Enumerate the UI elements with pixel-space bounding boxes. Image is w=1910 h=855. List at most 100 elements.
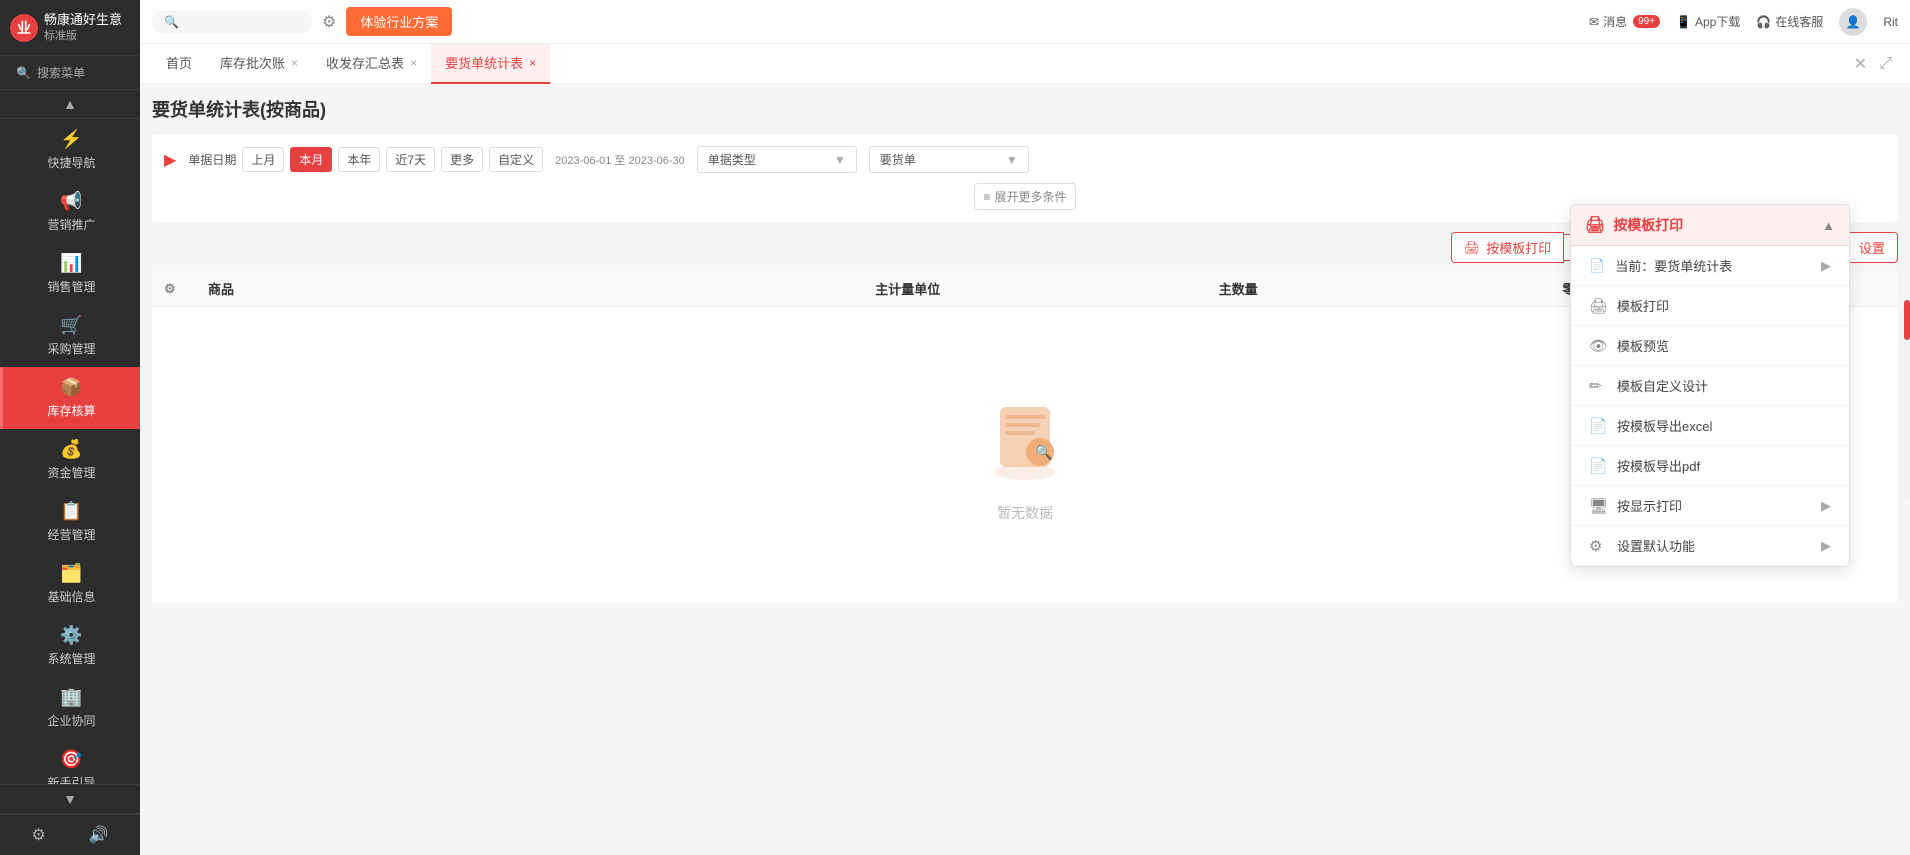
trial-button[interactable]: 体验行业方案 [346, 7, 452, 36]
expand-icon: ≡ [983, 190, 990, 204]
scrollbar-track [1904, 300, 1910, 500]
export-excel-label: 按模板导出excel [1617, 416, 1712, 435]
date-btn-last-month[interactable]: 上月 [242, 147, 284, 172]
popup-item-export-pdf[interactable]: 📄 按模板导出pdf [1571, 446, 1849, 486]
settings-label: 设置 [1859, 238, 1885, 257]
template-preview-icon: 👁 [1589, 337, 1607, 355]
tab-label: 收发存汇总表 [326, 53, 404, 72]
sidebar-search[interactable]: 🔍 搜索菜单 [0, 56, 140, 90]
popup-current-left: 📄 当前：要货单统计表 [1589, 256, 1732, 275]
sidebar-item-quick-nav[interactable]: ⚡ 快捷导航 [0, 119, 140, 181]
popup-item-template-preview[interactable]: 👁 模板预览 [1571, 326, 1849, 366]
settings-footer-btn[interactable]: ⚙ [31, 825, 45, 845]
popup-close-chevron[interactable]: ▲ [1822, 218, 1835, 233]
sidebar-item-marketing[interactable]: 📢 营销推广 [0, 181, 140, 243]
tab-inventory-batch[interactable]: 库存批次账 × [206, 44, 312, 84]
template-print-icon: 🖨 [1589, 297, 1607, 315]
date-btn-this-year[interactable]: 本年 [338, 147, 380, 172]
search-input[interactable] [179, 15, 289, 29]
sidebar-item-label: 企业协同 [47, 712, 95, 729]
print-header-icon: 🖨 [1585, 215, 1605, 235]
tab-close-order-stats[interactable]: × [529, 56, 536, 70]
marketing-icon: 📢 [60, 191, 82, 212]
scrollbar-thumb[interactable] [1904, 300, 1910, 340]
sidebar-item-label: 销售管理 [47, 278, 95, 295]
popup-header: 🖨 按模板打印 ▲ [1571, 205, 1849, 246]
scroll-up-arrow[interactable]: ▲ [61, 94, 79, 114]
username: Rit [1883, 15, 1898, 29]
sidebar-item-operations[interactable]: 📋 经营管理 [0, 491, 140, 553]
col-product: 商品 [208, 279, 855, 298]
avatar[interactable]: 👤 [1839, 8, 1867, 36]
date-btn-more[interactable]: 更多 [441, 147, 483, 172]
sidebar-item-finance[interactable]: 💰 资金管理 [0, 429, 140, 491]
sidebar-item-purchase[interactable]: 🛒 采购管理 [0, 305, 140, 367]
tab-close-inventory-batch[interactable]: × [291, 56, 298, 70]
print-dropdown-popup: 🖨 按模板打印 ▲ 📄 当前：要货单统计表 ▶ 🖨 模板打印 👁 模板预览 [1570, 204, 1850, 567]
sidebar-item-sales[interactable]: 📊 销售管理 [0, 243, 140, 305]
type-filter-dropdown[interactable]: 单据类型 ▼ [697, 146, 857, 173]
sidebar-item-system[interactable]: ⚙️ 系统管理 [0, 615, 140, 677]
date-filter-label: 单据日期 [188, 151, 236, 168]
topbar-search-box[interactable]: 🔍 [152, 11, 312, 33]
template-preview-label: 模板预览 [1617, 336, 1669, 355]
sidebar-item-label: 资金管理 [47, 464, 95, 481]
tab-close-collection-summary[interactable]: × [410, 56, 417, 70]
tab-close-all-btn[interactable]: ✕ [1848, 54, 1873, 74]
tabs-bar: 首页 库存批次账 × 收发存汇总表 × 要货单统计表 × ✕ ⤢ [140, 44, 1910, 84]
empty-illustration: 🔍 [975, 387, 1075, 487]
corp-icon: 🏢 [60, 687, 82, 708]
tab-expand-btn[interactable]: ⤢ [1873, 55, 1898, 73]
speaker-footer-btn[interactable]: 🔊 [89, 825, 109, 845]
sidebar-item-inventory[interactable]: 📦 库存核算 [0, 367, 140, 429]
scroll-down-arrow[interactable]: ▼ [61, 789, 79, 809]
settings-btn[interactable]: 设置 [1846, 232, 1898, 263]
sidebar-item-guide[interactable]: 🎯 新手引导 [0, 739, 140, 784]
online-service-btn[interactable]: 🎧 在线客服 [1756, 13, 1823, 30]
display-print-icon: 🖥 [1589, 497, 1607, 515]
popup-current-item[interactable]: 📄 当前：要货单统计表 ▶ [1571, 246, 1849, 286]
page-title: 要货单统计表(按商品) [152, 96, 1898, 122]
sidebar-item-label: 库存核算 [47, 402, 95, 419]
purchase-icon: 🛒 [60, 315, 82, 336]
popup-display-print-section[interactable]: 🖥 按显示打印 ▶ [1571, 486, 1849, 526]
default-func-label: 设置默认功能 [1617, 536, 1695, 555]
sidebar-item-label: 新手引导 [47, 774, 95, 784]
template-design-label: 模板自定义设计 [1617, 376, 1708, 395]
empty-text: 暂无数据 [997, 503, 1053, 523]
default-func-icon: ⚙ [1589, 537, 1607, 555]
date-btn-7days[interactable]: 近7天 [386, 147, 435, 172]
tab-collection-summary[interactable]: 收发存汇总表 × [312, 44, 431, 84]
expand-conditions-btn[interactable]: ≡ 展开更多条件 [974, 183, 1075, 210]
messages-badge: 99+ [1633, 15, 1660, 28]
date-btn-custom[interactable]: 自定义 [489, 147, 543, 172]
popup-item-template-design[interactable]: ✏ 模板自定义设计 [1571, 366, 1849, 406]
date-btn-this-month[interactable]: 本月 [290, 147, 332, 172]
sidebar-item-basic[interactable]: 🗂️ 基础信息 [0, 553, 140, 615]
popup-default-func-section[interactable]: ⚙ 设置默认功能 ▶ [1571, 526, 1849, 566]
filter-row: ▶ 单据日期 上月 本月 本年 近7天 更多 自定义 2023-06-01 至 … [164, 146, 1886, 173]
popup-item-export-excel[interactable]: 📄 按模板导出excel [1571, 406, 1849, 446]
filter-expand-arrow[interactable]: ▶ [164, 150, 176, 170]
popup-item-template-print[interactable]: 🖨 模板打印 [1571, 286, 1849, 326]
print-template-btn[interactable]: 🖨 按模板打印 [1451, 232, 1565, 263]
messages-label: 消息 [1603, 13, 1627, 30]
sidebar-item-label: 系统管理 [47, 650, 95, 667]
inventory-icon: 📦 [60, 377, 82, 398]
order-type-filter[interactable]: 要货单 ▼ [869, 146, 1029, 173]
col-settings[interactable]: ⚙ [164, 281, 188, 297]
tab-order-stats[interactable]: 要货单统计表 × [431, 44, 550, 84]
headset-icon: 🎧 [1756, 15, 1771, 29]
search-label: 搜索菜单 [37, 64, 85, 81]
topbar-gear-icon[interactable]: ⚙ [322, 12, 336, 32]
current-arrow-icon: ▶ [1821, 258, 1831, 274]
popup-default-func-left: ⚙ 设置默认功能 [1589, 536, 1695, 555]
type-filter-label: 单据类型 [708, 151, 756, 168]
operations-icon: 📋 [60, 501, 82, 522]
sidebar-item-corp[interactable]: 🏢 企业协同 [0, 677, 140, 739]
app-download-btn[interactable]: 📱 App下载 [1676, 13, 1740, 30]
sidebar-item-label: 快捷导航 [47, 154, 95, 171]
messages-btn[interactable]: ✉ 消息 99+ [1589, 13, 1660, 30]
sidebar-item-label: 营销推广 [47, 216, 95, 233]
tab-home[interactable]: 首页 [152, 44, 206, 84]
